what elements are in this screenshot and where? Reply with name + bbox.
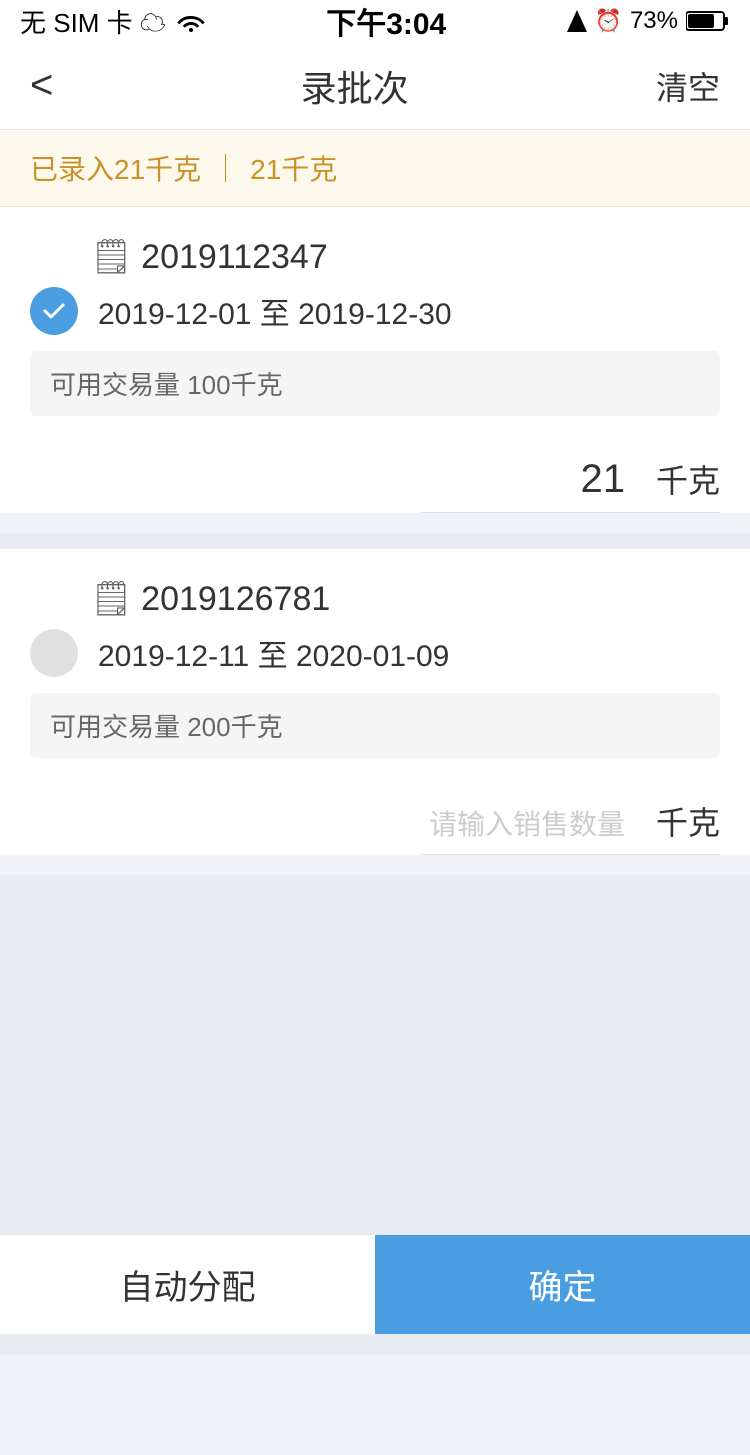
location-icon xyxy=(567,10,587,32)
batch-id-1: 2019112347 xyxy=(141,238,328,277)
nav-bar: < 录批次 清空 xyxy=(0,42,750,130)
batch-id-2: 2019126781 xyxy=(141,580,330,619)
doc-icon-1: 🗒 xyxy=(90,237,133,277)
quantity-row-2: 千克 xyxy=(0,778,750,844)
status-right: ⏰ 73% xyxy=(567,7,730,35)
alarm-icon: ⏰ xyxy=(595,8,622,34)
back-button[interactable]: < xyxy=(30,63,53,108)
quantity-divider-1 xyxy=(420,512,720,513)
clear-button[interactable]: 清空 xyxy=(656,63,720,109)
recorded-label: 已录入21千克 xyxy=(30,148,201,188)
batch-radio-1[interactable] xyxy=(30,287,78,335)
quantity-input-1[interactable] xyxy=(520,457,640,502)
batch-date-2: 2019-12-11 至 2020-01-09 xyxy=(98,631,449,675)
batch-date-1: 2019-12-01 至 2019-12-30 xyxy=(98,289,452,333)
page-title: 录批次 xyxy=(301,60,409,112)
batch-card-2: 🗒 2019126781 2019-12-11 至 2020-01-09 可用交… xyxy=(0,549,750,855)
auto-distribute-button[interactable]: 自动分配 xyxy=(0,1235,375,1334)
amount-label: 21千克 xyxy=(250,148,337,188)
battery-label: 73% xyxy=(630,7,678,35)
status-left: 无 SIM 卡 ☁ xyxy=(20,3,206,40)
batch-available-1: 可用交易量 100千克 xyxy=(30,351,720,416)
bottom-bar: 自动分配 确定 xyxy=(0,1234,750,1334)
quantity-row-1: 千克 xyxy=(0,436,750,502)
doc-icon-2: 🗒 xyxy=(90,579,133,619)
summary-divider xyxy=(225,154,226,182)
battery-icon xyxy=(686,10,730,32)
summary-banner: 已录入21千克 21千克 xyxy=(0,130,750,207)
section-divider-1 xyxy=(0,533,750,549)
status-bar: 无 SIM 卡 ☁ 下午3:04 ⏰ 73% xyxy=(0,0,750,42)
batch-radio-2[interactable] xyxy=(30,629,78,677)
confirm-button[interactable]: 确定 xyxy=(375,1235,750,1334)
no-sim-label: 无 SIM 卡 ☁ xyxy=(20,3,166,40)
quantity-unit-1: 千克 xyxy=(656,456,720,502)
batch-available-2: 可用交易量 200千克 xyxy=(30,693,720,758)
quantity-divider-2 xyxy=(420,854,720,855)
status-time: 下午3:04 xyxy=(326,0,446,43)
wifi-icon xyxy=(176,10,206,32)
quantity-unit-2: 千克 xyxy=(656,798,720,844)
quantity-input-2[interactable] xyxy=(360,799,640,844)
batch-card-1: 🗒 2019112347 2019-12-01 至 2019-12-30 可用交… xyxy=(0,207,750,513)
